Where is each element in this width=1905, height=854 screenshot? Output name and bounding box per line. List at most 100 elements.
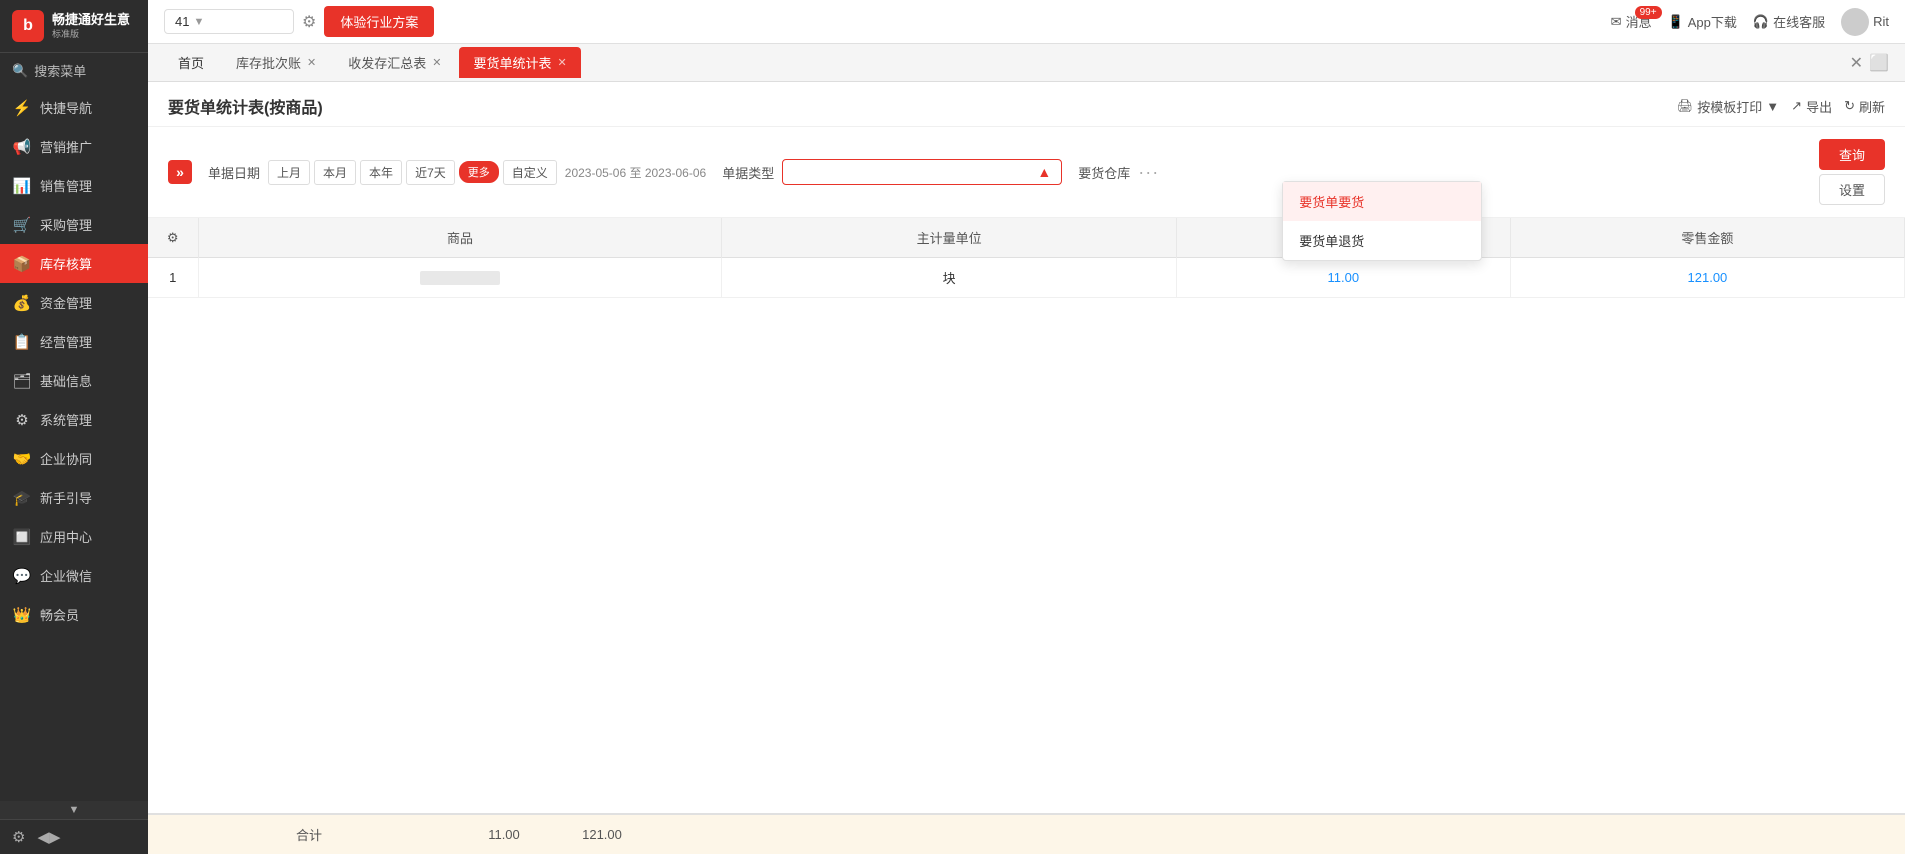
finance-icon: 💰	[12, 294, 32, 312]
col-product: 商品	[198, 218, 722, 258]
maximize-icon[interactable]: ⬜	[1869, 53, 1889, 73]
sidebar-item-inventory[interactable]: 📦 库存核算	[0, 244, 148, 283]
date-filter-label: 单据日期	[208, 163, 260, 182]
cell-product	[198, 258, 722, 298]
topbar-settings-icon[interactable]: ⚙	[302, 12, 316, 32]
company-selector[interactable]: 41 ▼	[164, 9, 294, 34]
filter-bar: » 单据日期 上月 本月 本年 近7天 更多 自定义 2023-05-06 至 …	[148, 127, 1905, 218]
date-btn-custom[interactable]: 自定义	[503, 160, 557, 185]
col-unit: 主计量单位	[722, 218, 1176, 258]
sales-icon: 📊	[12, 177, 32, 195]
cell-main-qty[interactable]: 11.00	[1176, 258, 1510, 298]
warehouse-more-dots[interactable]: ···	[1138, 162, 1159, 183]
topbar-left: 41 ▼ ⚙ 体验行业方案	[164, 6, 1599, 37]
date-btn-last-7days[interactable]: 近7天	[406, 160, 455, 185]
sidebar-scroll-down[interactable]: ▼	[0, 801, 148, 819]
sidebar-item-sales[interactable]: 📊 销售管理	[0, 166, 148, 205]
tab-inventory-batch[interactable]: 库存批次账 ✕	[222, 47, 330, 78]
footer-main-qty: 11.00	[464, 827, 544, 842]
warehouse-filter-group: 要货仓库 ···	[1078, 162, 1159, 183]
sidebar-item-purchase[interactable]: 🛒 采购管理	[0, 205, 148, 244]
date-range-text: 2023-05-06 至 2023-06-06	[565, 164, 706, 181]
logo-text: 畅捷通好生意 标准版	[52, 12, 130, 41]
dropdown-item-order-return[interactable]: 要货单退货	[1283, 221, 1481, 260]
date-filter-group: 单据日期 上月 本月 本年 近7天 更多 自定义 2023-05-06 至 20…	[208, 160, 706, 185]
message-icon: ✉	[1611, 14, 1622, 30]
date-btn-more[interactable]: 更多	[459, 161, 499, 183]
refresh-action[interactable]: ↻ 刷新	[1844, 97, 1885, 116]
settings-bottom-icon[interactable]: ⚙	[12, 828, 25, 846]
logo-icon: b	[12, 10, 44, 42]
sidebar-item-member[interactable]: 👑 畅会员	[0, 595, 148, 634]
sidebar-item-guide[interactable]: 🎓 新手引导	[0, 478, 148, 517]
dropdown-item-order-goods[interactable]: 要货单要货	[1283, 182, 1481, 221]
sidebar-logo: b 畅捷通好生意 标准版	[0, 0, 148, 53]
messages-item[interactable]: ✉ 消息 99+	[1611, 12, 1652, 31]
basic-info-icon: 🗂	[12, 372, 32, 390]
sidebar-item-finance[interactable]: 💰 资金管理	[0, 283, 148, 322]
sidebar-item-quick-nav[interactable]: ⚡ 快捷导航	[0, 88, 148, 127]
tab-receive-summary[interactable]: 收发存汇总表 ✕	[334, 47, 455, 78]
tab-order-summary[interactable]: 要货单统计表 ✕	[459, 47, 580, 78]
cell-retail-amount[interactable]: 121.00	[1510, 258, 1904, 298]
warehouse-filter-label: 要货仓库	[1078, 163, 1130, 182]
page-title: 要货单统计表(按商品)	[168, 94, 323, 118]
close-receive-summary-icon[interactable]: ✕	[432, 56, 441, 69]
table-footer: 合计 11.00 121.00	[148, 813, 1905, 854]
type-filter-label: 单据类型	[722, 163, 774, 182]
page-header: 要货单统计表(按商品) 🖨 按模板打印 ▼ ↗ 导出 ↻ 刷新	[148, 82, 1905, 127]
sidebar-item-enterprise[interactable]: 🤝 企业协同	[0, 439, 148, 478]
sidebar-item-marketing[interactable]: 📢 营销推广	[0, 127, 148, 166]
set-button[interactable]: 设置	[1819, 174, 1885, 205]
close-inventory-batch-icon[interactable]: ✕	[307, 56, 316, 69]
tabbar: 首页 库存批次账 ✕ 收发存汇总表 ✕ 要货单统计表 ✕ ✕ ⬜	[148, 44, 1905, 82]
print-action[interactable]: 🖨 按模板打印 ▼	[1677, 97, 1779, 116]
operations-icon: 📋	[12, 333, 32, 351]
page-content: 要货单统计表(按商品) 🖨 按模板打印 ▼ ↗ 导出 ↻ 刷新 »	[148, 82, 1905, 854]
app-download-item[interactable]: 📱 App下载	[1668, 12, 1737, 31]
table-settings-icon: ⚙	[167, 230, 179, 245]
user-avatar-item[interactable]: Rit	[1841, 8, 1889, 36]
date-btn-this-year[interactable]: 本年	[360, 160, 402, 185]
query-button[interactable]: 查询	[1819, 139, 1885, 170]
table-header-row: ⚙ 商品 主计量单位 主数量 零售金额	[148, 218, 1905, 258]
trial-button[interactable]: 体验行业方案	[324, 6, 434, 37]
page-header-actions: 🖨 按模板打印 ▼ ↗ 导出 ↻ 刷新	[1677, 97, 1885, 116]
refresh-icon: ↻	[1844, 98, 1855, 114]
sidebar-item-wechat[interactable]: 💬 企业微信	[0, 556, 148, 595]
date-buttons: 上月 本月 本年 近7天 更多 自定义	[268, 160, 557, 185]
sidebar-bottom-icons: ⚙ ◀▶	[12, 828, 61, 846]
footer-retail-amount: 121.00	[562, 827, 642, 842]
system-icon: ⚙	[12, 411, 32, 429]
export-icon: ↗	[1791, 98, 1802, 114]
topbar: 41 ▼ ⚙ 体验行业方案 ✉ 消息 99+ 📱 App下载 🎧 在线客服 R	[148, 0, 1905, 44]
headset-icon: 🎧	[1753, 14, 1769, 30]
close-all-tabs-icon[interactable]: ✕	[1850, 53, 1863, 73]
user-name: Rit	[1873, 14, 1889, 29]
type-filter-arrow-icon: ▲	[1037, 164, 1051, 180]
date-btn-last-month[interactable]: 上月	[268, 160, 310, 185]
app-center-icon: 🔲	[12, 528, 32, 546]
collapse-sidebar-icon[interactable]: ◀▶	[37, 828, 60, 846]
sidebar-item-app-center[interactable]: 🔲 应用中心	[0, 517, 148, 556]
sidebar-item-basic-info[interactable]: 🗂 基础信息	[0, 361, 148, 400]
type-filter-dropdown: 要货单要货 要货单退货	[1282, 181, 1482, 261]
sidebar: b 畅捷通好生意 标准版 🔍 搜索菜单 ⚡ 快捷导航 📢 营销推广 📊 销售管理…	[0, 0, 148, 854]
col-settings[interactable]: ⚙	[148, 218, 198, 258]
marketing-icon: 📢	[12, 138, 32, 156]
online-service-item[interactable]: 🎧 在线客服	[1753, 12, 1825, 31]
tab-home[interactable]: 首页	[164, 47, 218, 78]
purchase-icon: 🛒	[12, 216, 32, 234]
close-order-summary-icon[interactable]: ✕	[558, 56, 567, 69]
sidebar-search[interactable]: 🔍 搜索菜单	[0, 53, 148, 88]
product-name-placeholder	[420, 271, 500, 285]
date-btn-this-month[interactable]: 本月	[314, 160, 356, 185]
type-filter-select[interactable]: ▲	[782, 159, 1062, 185]
export-action[interactable]: ↗ 导出	[1791, 97, 1832, 116]
sidebar-item-system[interactable]: ⚙ 系统管理	[0, 400, 148, 439]
table-area: ⚙ 商品 主计量单位 主数量 零售金额 1 块	[148, 218, 1905, 813]
sidebar-nav: ⚡ 快捷导航 📢 营销推广 📊 销售管理 🛒 采购管理 📦 库存核算 💰 资金管…	[0, 88, 148, 801]
sidebar-item-operations[interactable]: 📋 经营管理	[0, 322, 148, 361]
query-set-group: 查询 设置	[1819, 139, 1885, 205]
filter-toggle-btn[interactable]: »	[168, 160, 192, 184]
